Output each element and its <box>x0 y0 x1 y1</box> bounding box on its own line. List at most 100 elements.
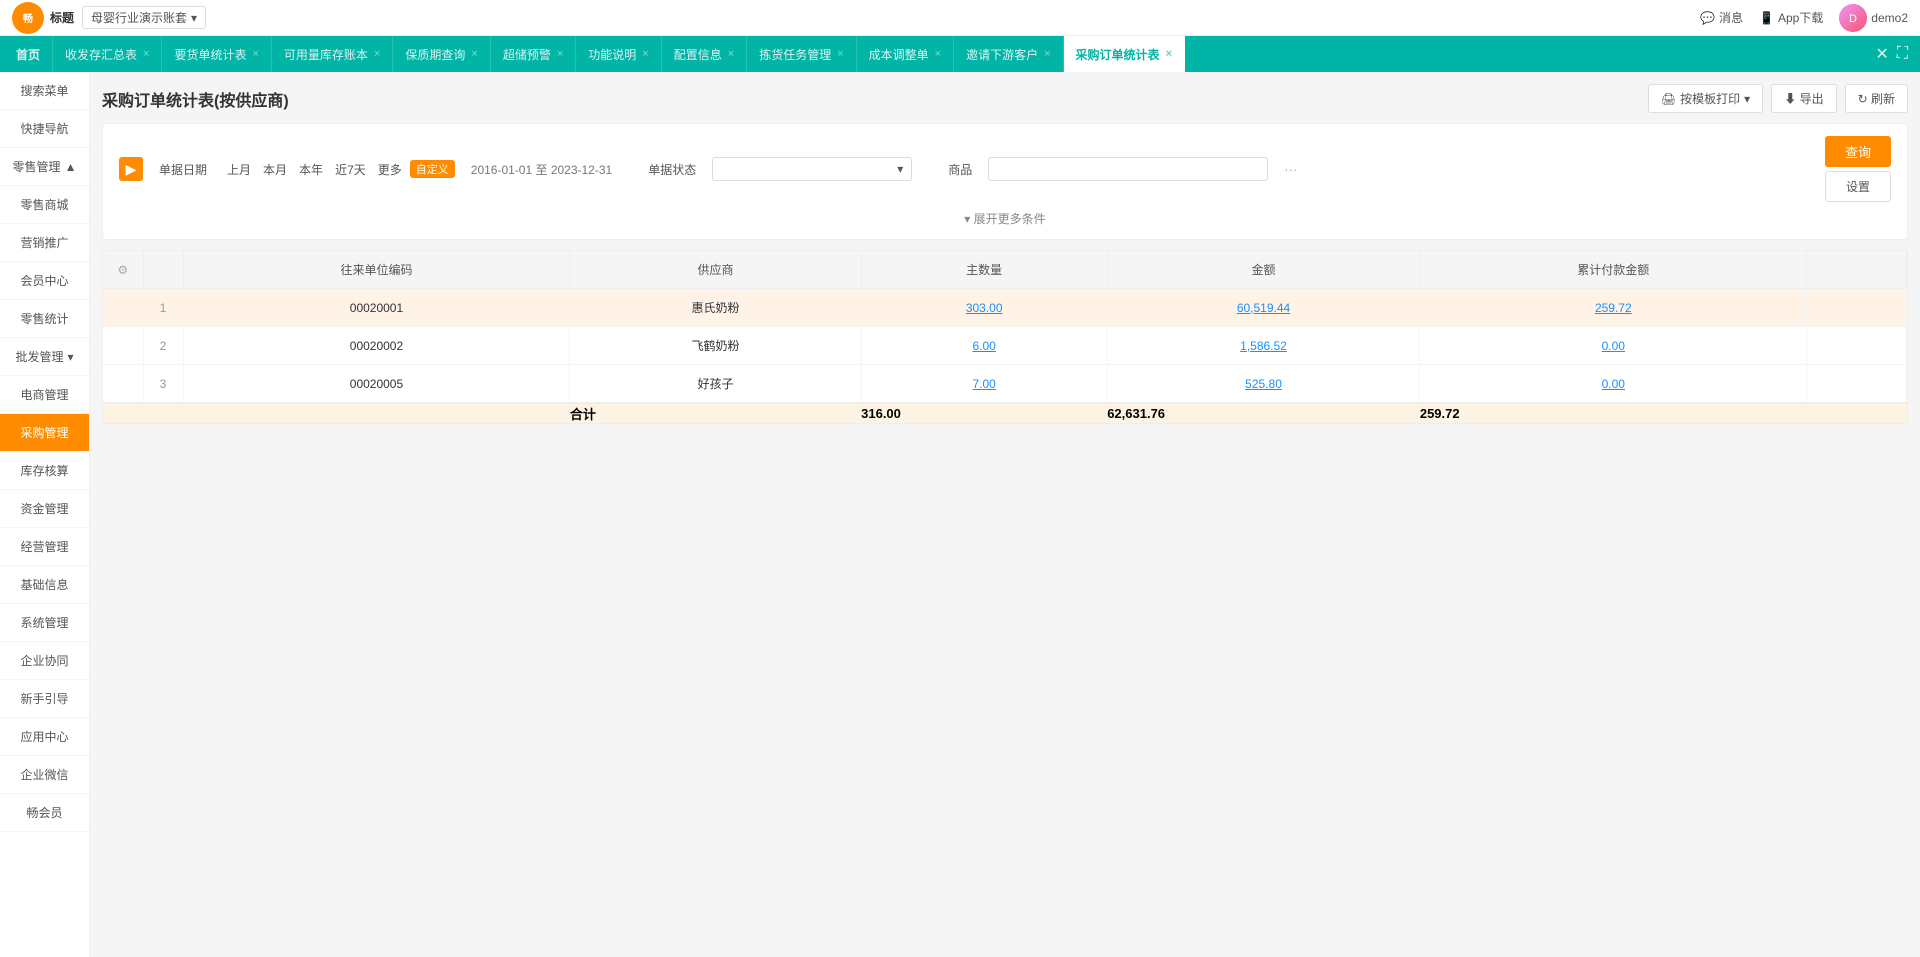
close-icon[interactable]: × <box>374 48 380 60</box>
cell-supplier-code: 00020005 <box>183 365 570 404</box>
sidebar-item-enterprise-wechat[interactable]: 企业微信 <box>0 756 89 794</box>
cell-main-qty[interactable]: 7.00 <box>861 365 1107 404</box>
sidebar-item-app-center[interactable]: 应用中心 <box>0 718 89 756</box>
sidebar-item-operation-mgmt[interactable]: 经营管理 <box>0 528 89 566</box>
company-selector[interactable]: 母婴行业演示账套 ▾ <box>82 6 206 29</box>
custom-date-badge[interactable]: 自定义 <box>410 160 455 178</box>
cell-cumulative-paid[interactable]: 0.00 <box>1420 365 1807 404</box>
filter-expand-button[interactable]: ▾ 展开更多条件 <box>964 210 1045 227</box>
sidebar-item-purchase-mgmt[interactable]: 采购管理 <box>0 414 89 452</box>
date-btn-last-month[interactable]: 上月 <box>223 159 255 180</box>
tab-receive-summary[interactable]: 收发存汇总表 × <box>53 36 162 72</box>
tab-order-summary[interactable]: 要货单统计表 × <box>162 36 271 72</box>
sidebar-item-inventory-check[interactable]: 库存核算 <box>0 452 89 490</box>
table-header: ⚙ 往来单位编码 供应商 主数量 金额 累计付款金额 <box>103 251 1907 289</box>
filter-area: ▶ 单据日期 上月 本月 本年 近7天 更多 自定义 2016-01-01 至 … <box>102 123 1908 240</box>
close-icon[interactable]: × <box>837 48 843 60</box>
close-icon[interactable]: × <box>471 48 477 60</box>
sidebar-item-system-mgmt[interactable]: 系统管理 <box>0 604 89 642</box>
tab-purchase-order-summary[interactable]: 采购订单统计表 × <box>1064 36 1185 72</box>
refresh-button[interactable]: ↻ 刷新 <box>1845 84 1908 113</box>
tab-overstock-warning[interactable]: 超储预警 × <box>491 36 576 72</box>
sidebar-item-member-center[interactable]: 会员中心 <box>0 262 89 300</box>
date-btn-7-days[interactable]: 近7天 <box>331 159 370 180</box>
cell-main-qty[interactable]: 6.00 <box>861 327 1107 365</box>
close-icon[interactable]: × <box>642 48 648 60</box>
col-index <box>143 251 183 289</box>
cell-amount[interactable]: 525.80 <box>1107 365 1420 404</box>
cell-index: 2 <box>143 327 183 365</box>
filter-toggle-button[interactable]: ▶ <box>119 157 143 181</box>
sidebar-item-marketing[interactable]: 营销推广 <box>0 224 89 262</box>
close-icon[interactable]: × <box>143 48 149 60</box>
avatar: D <box>1839 4 1867 32</box>
filter-goods-input[interactable] <box>988 157 1268 181</box>
tab-home[interactable]: 首页 <box>4 36 53 72</box>
filter-more-icon[interactable]: ··· <box>1284 162 1297 177</box>
settings-button[interactable]: 设置 <box>1825 171 1891 202</box>
footer-spacer <box>143 403 183 423</box>
sidebar-item-wholesale-mgmt[interactable]: 批发管理 ▾ <box>0 338 89 376</box>
footer-spacer <box>103 403 143 423</box>
message-label: 消息 <box>1719 9 1743 26</box>
sidebar-item-finance-mgmt[interactable]: 资金管理 <box>0 490 89 528</box>
close-icon[interactable]: × <box>728 48 734 60</box>
sidebar-item-members[interactable]: 畅会员 <box>0 794 89 832</box>
tab-available-stock[interactable]: 可用量库存账本 × <box>272 36 393 72</box>
nav-tabs-right: ✕ ⛶ <box>1875 44 1916 64</box>
message-action[interactable]: 💬 消息 <box>1700 9 1743 26</box>
chevron-down-icon: ▾ <box>964 212 970 226</box>
tab-pick-task[interactable]: 拣货任务管理 × <box>747 36 856 72</box>
filter-status-select[interactable]: ▾ <box>712 157 912 181</box>
tab-cost-adjust[interactable]: 成本调整单 × <box>857 36 954 72</box>
close-all-icon[interactable]: ✕ <box>1875 44 1888 64</box>
cell-cumulative-paid[interactable]: 259.72 <box>1420 289 1807 327</box>
print-button[interactable]: 🖨 按模板打印 ▾ <box>1648 84 1763 113</box>
cell-main-qty[interactable]: 303.00 <box>861 289 1107 327</box>
date-btn-more[interactable]: 更多 <box>374 159 406 180</box>
cell-index: 3 <box>143 365 183 404</box>
sidebar-item-basic-info[interactable]: 基础信息 <box>0 566 89 604</box>
user-profile[interactable]: D demo2 <box>1839 4 1908 32</box>
table-container: ⚙ 往来单位编码 供应商 主数量 金额 累计付款金额 1 <box>102 250 1908 424</box>
query-button[interactable]: 查询 <box>1825 136 1891 167</box>
date-btn-this-year[interactable]: 本年 <box>295 159 327 180</box>
tab-invite-downstream[interactable]: 邀请下游客户 × <box>954 36 1063 72</box>
sidebar-item-ecommerce-mgmt[interactable]: 电商管理 <box>0 376 89 414</box>
sidebar-item-new-guide[interactable]: 新手引导 <box>0 680 89 718</box>
close-icon[interactable]: × <box>1166 48 1172 60</box>
top-bar-left: 畅 标题 母婴行业演示账套 ▾ <box>12 2 206 34</box>
footer-label: 合计 <box>570 403 861 423</box>
chevron-down-icon: ▲ <box>65 160 77 174</box>
close-icon[interactable]: × <box>252 48 258 60</box>
tab-warranty-query[interactable]: 保质期查询 × <box>393 36 490 72</box>
settings-icon[interactable]: ⚙ <box>117 263 128 277</box>
app-download-action[interactable]: 📱 App下载 <box>1759 9 1823 26</box>
cell-cumulative-paid[interactable]: 0.00 <box>1420 327 1807 365</box>
tab-function-desc[interactable]: 功能说明 × <box>576 36 661 72</box>
cell-amount[interactable]: 60,519.44 <box>1107 289 1420 327</box>
cell-amount[interactable]: 1,586.52 <box>1107 327 1420 365</box>
maximize-icon[interactable]: ⛶ <box>1897 45 1908 63</box>
sidebar-item-search[interactable]: 搜索菜单 <box>0 72 89 110</box>
cell-check <box>103 365 143 404</box>
page-header: 采购订单统计表(按供应商) 🖨 按模板打印 ▾ ⬇ 导出 ↻ 刷新 <box>102 84 1908 113</box>
app-download-icon: 📱 <box>1759 11 1774 25</box>
close-icon[interactable]: × <box>1044 48 1050 60</box>
sidebar-item-retail-stats[interactable]: 零售统计 <box>0 300 89 338</box>
close-icon[interactable]: × <box>557 48 563 60</box>
cell-supplier-name: 惠氏奶粉 <box>570 289 861 327</box>
sidebar-item-enterprise-collab[interactable]: 企业协同 <box>0 642 89 680</box>
cell-supplier-code: 00020002 <box>183 327 570 365</box>
sidebar-item-quick-nav[interactable]: 快捷导航 <box>0 110 89 148</box>
sidebar-item-retail-mgmt[interactable]: 零售管理 ▲ <box>0 148 89 186</box>
col-main-qty: 主数量 <box>861 251 1107 289</box>
tab-config-info[interactable]: 配置信息 × <box>662 36 747 72</box>
refresh-icon: ↻ <box>1858 92 1868 106</box>
date-btn-this-month[interactable]: 本月 <box>259 159 291 180</box>
sidebar-item-retail-shop[interactable]: 零售商城 <box>0 186 89 224</box>
close-icon[interactable]: × <box>935 48 941 60</box>
export-button[interactable]: ⬇ 导出 <box>1771 84 1836 113</box>
svg-text:畅: 畅 <box>23 12 33 25</box>
print-icon: 🖨 <box>1661 92 1676 106</box>
